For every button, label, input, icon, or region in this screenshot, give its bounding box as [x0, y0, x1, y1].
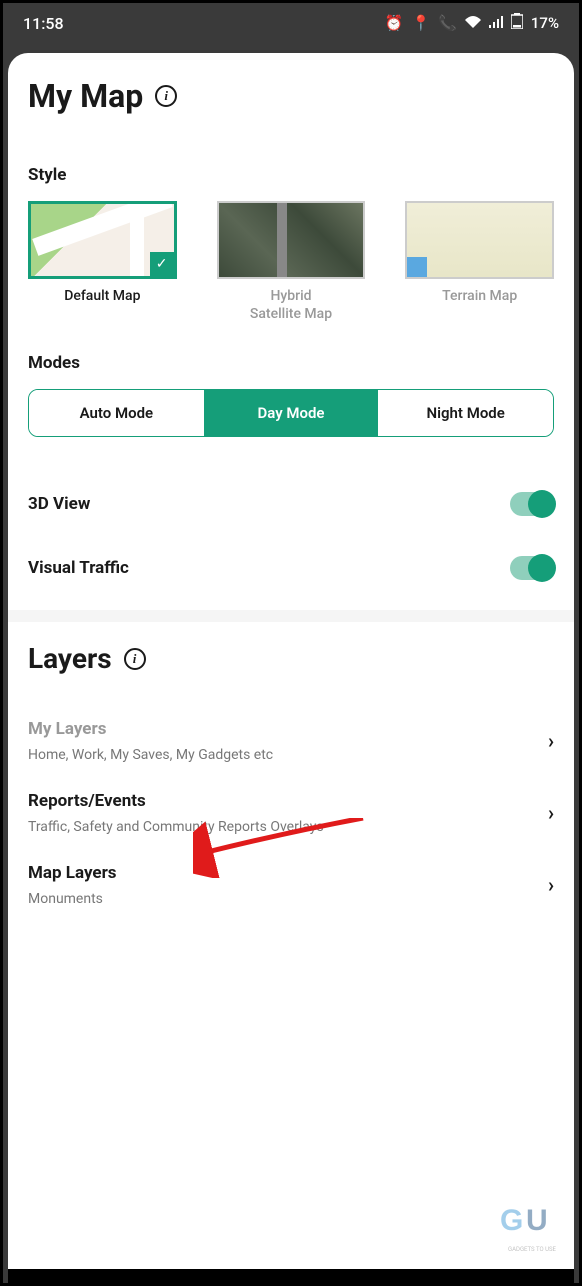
style-option-terrain[interactable]: Terrain Map [405, 201, 554, 323]
style-thumb-default: ✓ [28, 201, 177, 279]
style-label-satellite: Hybrid Satellite Map [250, 287, 332, 323]
style-label-terrain: Terrain Map [442, 287, 517, 305]
chevron-right-icon: › [548, 801, 554, 825]
chevron-right-icon: › [548, 729, 554, 753]
phone-icon: 📞 [438, 14, 457, 32]
layer-title-map-layers: Map Layers [28, 863, 548, 883]
layer-item-reports-events[interactable]: Reports/Events Traffic, Safety and Commu… [28, 777, 554, 849]
style-thumb-terrain [405, 201, 554, 279]
layer-item-map-layers[interactable]: Map Layers Monuments › [28, 849, 554, 921]
wifi-icon [465, 14, 481, 32]
app-container: My Map i Style ✓ Default Map Hybrid Sate… [8, 53, 574, 1273]
status-icons: ⏰ 📍 📞 17% [385, 13, 559, 33]
watermark-text: GADGETS TO USE [500, 1246, 564, 1253]
toggle-3d-view-label: 3D View [28, 494, 90, 514]
page-title-text: My Map [28, 77, 143, 115]
toggle-visual-traffic-row: Visual Traffic [28, 536, 554, 600]
signal-icon [489, 14, 503, 32]
check-icon: ✓ [150, 252, 174, 276]
style-label-default: Default Map [64, 287, 140, 305]
svg-text:U: U [526, 1204, 548, 1237]
layer-title-my-layers: My Layers [28, 719, 548, 739]
section-divider [8, 610, 574, 622]
svg-text:G: G [500, 1204, 523, 1237]
toggle-visual-traffic-label: Visual Traffic [28, 558, 129, 578]
toggle-3d-view-row: 3D View [28, 472, 554, 536]
style-option-default[interactable]: ✓ Default Map [28, 201, 177, 323]
status-time: 11:58 [23, 14, 64, 33]
alarm-icon: ⏰ [385, 14, 404, 32]
layers-title-text: Layers [28, 642, 112, 675]
style-option-satellite[interactable]: Hybrid Satellite Map [217, 201, 366, 323]
layers-title: Layers i [28, 642, 554, 675]
info-icon[interactable]: i [155, 85, 177, 107]
nav-bar [8, 1269, 574, 1283]
toggle-3d-view[interactable] [510, 492, 554, 516]
style-thumb-satellite [217, 201, 366, 279]
battery-icon [511, 13, 523, 33]
modes-section-label: Modes [28, 353, 554, 373]
location-icon: 📍 [412, 14, 431, 32]
mode-auto[interactable]: Auto Mode [29, 390, 204, 436]
mode-day[interactable]: Day Mode [204, 390, 379, 436]
style-section-label: Style [28, 165, 554, 185]
status-bar: 11:58 ⏰ 📍 📞 17% [3, 3, 579, 43]
mode-night[interactable]: Night Mode [378, 390, 553, 436]
style-options: ✓ Default Map Hybrid Satellite Map Terra… [28, 201, 554, 323]
page-title: My Map i [28, 77, 554, 115]
modes-selector: Auto Mode Day Mode Night Mode [28, 389, 554, 437]
toggle-visual-traffic[interactable] [510, 556, 554, 580]
layer-sub-my-layers: Home, Work, My Saves, My Gadgets etc [28, 747, 548, 763]
battery-percent: 17% [531, 14, 559, 32]
layer-title-reports: Reports/Events [28, 791, 548, 811]
layer-sub-reports: Traffic, Safety and Community Reports Ov… [28, 819, 548, 835]
watermark: G U GADGETS TO USE [500, 1202, 564, 1253]
layer-item-my-layers[interactable]: My Layers Home, Work, My Saves, My Gadge… [28, 705, 554, 777]
chevron-right-icon: › [548, 873, 554, 897]
info-icon[interactable]: i [124, 648, 146, 670]
layer-sub-map-layers: Monuments [28, 891, 548, 907]
